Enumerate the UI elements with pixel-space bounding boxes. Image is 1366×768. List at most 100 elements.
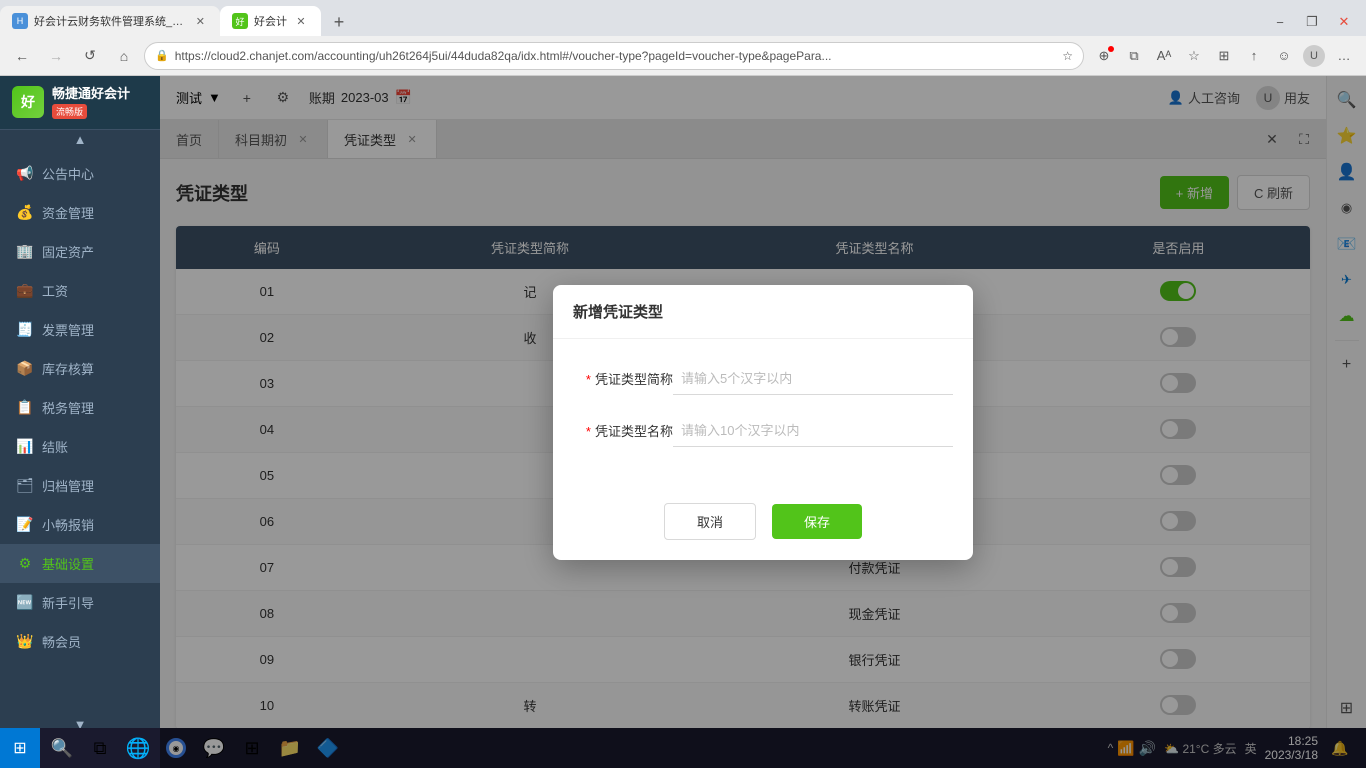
- sidebar-item-assets[interactable]: 💰 资金管理: [0, 193, 160, 232]
- form-row-name: *凭证类型名称: [573, 415, 953, 447]
- browser-tab-2[interactable]: 好 好会计 ✕: [220, 6, 321, 36]
- taskbar-edge-icon[interactable]: 🌐: [120, 730, 156, 766]
- modal-overlay: 新增凭证类型 *凭证类型简称 *凭证类型名称 取消 保存: [160, 76, 1366, 768]
- sidebar-item-membership[interactable]: 👑 畅会员: [0, 622, 160, 661]
- profile-icon[interactable]: U: [1300, 42, 1328, 70]
- sidebar-item-label-membership: 畅会员: [42, 632, 81, 651]
- home-button[interactable]: ⌂: [110, 42, 138, 70]
- membership-icon: 👑: [16, 632, 34, 650]
- share-icon[interactable]: ↑: [1240, 42, 1268, 70]
- url-star-icon: ☆: [1062, 49, 1073, 63]
- expense-icon: 📝: [16, 515, 34, 533]
- archive-icon: 🗂: [16, 476, 34, 494]
- sidebar-item-label-salary: 工资: [42, 281, 68, 300]
- sidebar-item-label-inventory: 库存核算: [42, 359, 94, 378]
- sidebar-item-label-checkout: 结账: [42, 437, 68, 456]
- sidebar-item-salary[interactable]: 💼 工资: [0, 271, 160, 310]
- add-voucher-type-modal: 新增凭证类型 *凭证类型简称 *凭证类型名称 取消 保存: [553, 285, 973, 560]
- guide-icon: 🆕: [16, 593, 34, 611]
- collections-icon[interactable]: ⊞: [1210, 42, 1238, 70]
- browser-close-button[interactable]: ✕: [1330, 8, 1358, 36]
- tab-search-icon[interactable]: ⧉: [1120, 42, 1148, 70]
- invoice-icon: 🧾: [16, 320, 34, 338]
- name-input[interactable]: [673, 415, 953, 447]
- new-tab-button[interactable]: +: [325, 8, 353, 36]
- sidebar-item-archive[interactable]: 🗂 归档管理: [0, 466, 160, 505]
- sidebar-item-expense[interactable]: 📝 小畅报销: [0, 505, 160, 544]
- windows-logo: ⊞: [13, 738, 26, 758]
- modal-title: 新增凭证类型: [573, 304, 663, 321]
- url-lock-icon: 🔒: [155, 49, 169, 62]
- logo-text-container: 畅捷通好会计 流畅版: [52, 86, 130, 119]
- browser-tab-bar: H 好会计云财务软件管理系统_会计 ✕ 好 好会计 ✕ + − ❐ ✕: [0, 0, 1366, 36]
- sidebar-item-label-settings: 基础设置: [42, 554, 94, 573]
- short-required-mark: *: [586, 372, 591, 387]
- browser-tab-right-buttons: − ❐ ✕: [1266, 8, 1366, 36]
- browser-menu-icon[interactable]: …: [1330, 42, 1358, 70]
- back-button[interactable]: ←: [8, 42, 36, 70]
- sidebar-item-checkout[interactable]: 📊 结账: [0, 427, 160, 466]
- sidebar-item-label-archive: 归档管理: [42, 476, 94, 495]
- sidebar-nav: 📢 公告中心 💰 资金管理 🏢 固定资产 💼 工资 🧾 发票管理: [0, 150, 160, 714]
- browser-minimize-button[interactable]: −: [1266, 8, 1294, 36]
- sidebar-item-label-assets: 资金管理: [42, 203, 94, 222]
- form-row-short: *凭证类型简称: [573, 363, 953, 395]
- sidebar-scroll-up[interactable]: ▲: [0, 130, 160, 150]
- sidebar-item-label-expense: 小畅报销: [42, 515, 94, 534]
- sidebar-item-guide[interactable]: 🆕 新手引导: [0, 583, 160, 622]
- address-bar: ← → ↺ ⌂ 🔒 https://cloud2.chanjet.com/acc…: [0, 36, 1366, 76]
- logo-badge: 流畅版: [52, 104, 87, 119]
- browser-tab-1[interactable]: H 好会计云财务软件管理系统_会计 ✕: [0, 6, 220, 36]
- tab-favicon-1: H: [12, 13, 28, 29]
- sidebar-item-announcements[interactable]: 📢 公告中心: [0, 154, 160, 193]
- modal-cancel-button[interactable]: 取消: [664, 503, 756, 540]
- tab-close-2[interactable]: ✕: [293, 13, 309, 29]
- inventory-icon: 📦: [16, 359, 34, 377]
- sidebar-item-label-guide: 新手引导: [42, 593, 94, 612]
- sidebar-item-tax[interactable]: 📋 税务管理: [0, 388, 160, 427]
- sidebar-item-label-fixed-assets: 固定资产: [42, 242, 94, 261]
- tab-title-2: 好会计: [254, 13, 287, 29]
- address-bar-right: ⊕ ⧉ Aᴬ ☆ ⊞ ↑ ☺ U …: [1090, 42, 1358, 70]
- assets-icon: 💰: [16, 203, 34, 221]
- taskbar-taskview-icon[interactable]: ⧉: [82, 730, 118, 766]
- settings-icon: ⚙: [16, 554, 34, 572]
- modal-header: 新增凭证类型: [553, 285, 973, 339]
- favorites-icon[interactable]: ☆: [1180, 42, 1208, 70]
- tab-close-1[interactable]: ✕: [193, 13, 208, 29]
- modal-save-button[interactable]: 保存: [772, 504, 862, 539]
- sidebar: 好 畅捷通好会计 流畅版 ▲ 📢 公告中心 💰 资金管理: [0, 76, 160, 768]
- aa-icon[interactable]: Aᴬ: [1150, 42, 1178, 70]
- sidebar-item-inventory[interactable]: 📦 库存核算: [0, 349, 160, 388]
- sidebar-item-invoice[interactable]: 🧾 发票管理: [0, 310, 160, 349]
- extensions-icon[interactable]: ⊕: [1090, 42, 1118, 70]
- announcements-icon: 📢: [16, 164, 34, 182]
- browser-restore-button[interactable]: ❐: [1298, 8, 1326, 36]
- sidebar-item-fixed-assets[interactable]: 🏢 固定资产: [0, 232, 160, 271]
- logo-icon: 好: [12, 86, 44, 118]
- sidebar-item-label-tax: 税务管理: [42, 398, 94, 417]
- url-box[interactable]: 🔒 https://cloud2.chanjet.com/accounting/…: [144, 42, 1084, 70]
- salary-icon: 💼: [16, 281, 34, 299]
- feedback-icon[interactable]: ☺: [1270, 42, 1298, 70]
- modal-body: *凭证类型简称 *凭证类型名称: [553, 339, 973, 491]
- name-required-mark: *: [586, 424, 591, 439]
- name-label: *凭证类型名称: [573, 421, 673, 440]
- short-input[interactable]: [673, 363, 953, 395]
- sidebar-item-label-invoice: 发票管理: [42, 320, 94, 339]
- tax-icon: 📋: [16, 398, 34, 416]
- fixed-assets-icon: 🏢: [16, 242, 34, 260]
- taskbar-search-icon[interactable]: 🔍: [44, 730, 80, 766]
- short-label: *凭证类型简称: [573, 369, 673, 388]
- reload-button[interactable]: ↺: [76, 42, 104, 70]
- taskbar-start-button[interactable]: ⊞: [0, 728, 40, 768]
- sidebar-item-label-announcements: 公告中心: [42, 164, 94, 183]
- url-text: https://cloud2.chanjet.com/accounting/uh…: [175, 49, 1057, 63]
- sidebar-item-settings[interactable]: ⚙ 基础设置: [0, 544, 160, 583]
- forward-button[interactable]: →: [42, 42, 70, 70]
- tab-favicon-2: 好: [232, 13, 248, 29]
- logo-title: 畅捷通好会计: [52, 86, 130, 102]
- tab-title-1: 好会计云财务软件管理系统_会计: [34, 13, 187, 29]
- modal-footer: 取消 保存: [553, 491, 973, 560]
- checkout-icon: 📊: [16, 437, 34, 455]
